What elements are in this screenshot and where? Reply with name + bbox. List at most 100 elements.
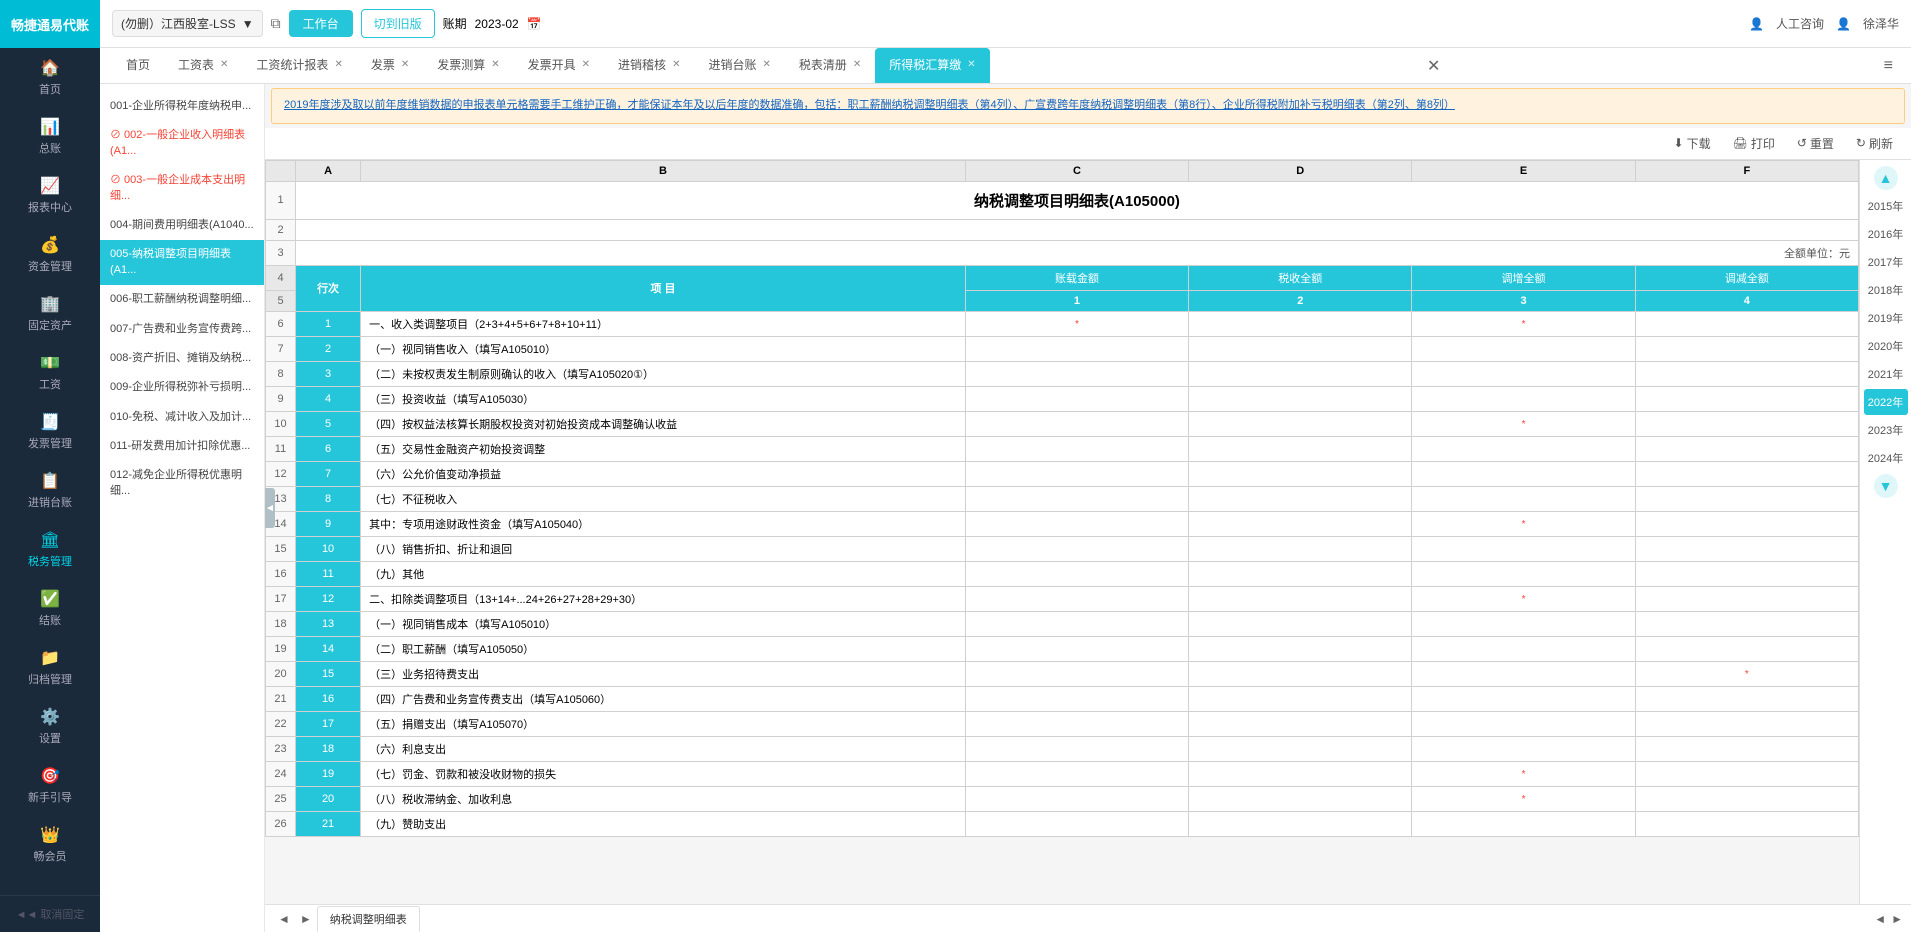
sidebar-item-assets[interactable]: 🏢固定资产 xyxy=(0,284,100,343)
hangci-cell: 2 xyxy=(296,336,361,361)
tab-9[interactable]: 所得税汇算缴✕ xyxy=(875,48,989,83)
tab-4[interactable]: 发票测算✕ xyxy=(423,48,513,83)
tab-close-9[interactable]: ✕ xyxy=(967,59,975,70)
tab-6[interactable]: 进销稽核✕ xyxy=(604,48,694,83)
prev-sheet-button[interactable]: ◄ xyxy=(273,910,295,928)
user-service-label[interactable]: 人工咨询 xyxy=(1776,15,1824,32)
year-item-2[interactable]: 2017年 xyxy=(1864,249,1908,275)
year-item-3[interactable]: 2018年 xyxy=(1864,277,1908,303)
warning-bar: 2019年度涉及取以前年度维销数据的申报表单元格需要手工维护正确，才能保证本年及… xyxy=(271,88,1905,124)
year-item-4[interactable]: 2019年 xyxy=(1864,305,1908,331)
tab-2[interactable]: 工资统计报表✕ xyxy=(242,48,356,83)
nav-icon-finance: 💰 xyxy=(40,235,60,255)
year-item-9[interactable]: 2024年 xyxy=(1864,445,1908,471)
hangci-cell: 10 xyxy=(296,536,361,561)
year-item-6[interactable]: 2021年 xyxy=(1864,361,1908,387)
left-panel-item-1[interactable]: ⊘ 002-一般企业收入明细表(A1... xyxy=(100,121,264,166)
tabs-bar: 首页工资表✕工资统计报表✕发票✕发票测算✕发票开具✕进销稽核✕进销台账✕税表清册… xyxy=(100,48,1911,84)
tab-close-2[interactable]: ✕ xyxy=(334,59,342,70)
hangci-cell: 15 xyxy=(296,661,361,686)
left-panel-item-11[interactable]: 012-减免企业所得税优惠明细... xyxy=(100,461,264,506)
sidebar-nav: 🏠首页📊总账📈报表中心💰资金管理🏢固定资产💵工资🧾发票管理📋进销台账🏛税务管理✅… xyxy=(0,48,100,895)
xiangmu-cell: 其中：专项用途财政性资金（填写A105040） xyxy=(361,511,966,536)
table-row: 22 17 （五）捐赠支出（填写A105070） xyxy=(266,711,1859,736)
nav-label-home: 首页 xyxy=(39,81,61,97)
close-all-tabs-button[interactable]: ✕ xyxy=(1421,52,1446,80)
calendar-icon[interactable]: 📅 xyxy=(527,17,542,31)
tab-1[interactable]: 工资表✕ xyxy=(164,48,242,83)
left-panel-item-0[interactable]: 001-企业所得税年度纳税申... xyxy=(100,92,264,121)
bottom-tab[interactable]: 纳税调整明细表 xyxy=(317,906,420,932)
copy-button[interactable]: ⧉ xyxy=(271,15,281,32)
table-row: 26 21 （九）赞助支出 xyxy=(266,811,1859,836)
year-item-8[interactable]: 2023年 xyxy=(1864,417,1908,443)
workbench-button[interactable]: 工作台 xyxy=(289,10,353,37)
year-item-5[interactable]: 2020年 xyxy=(1864,333,1908,359)
tab-close-7[interactable]: ✕ xyxy=(762,59,770,70)
xiangmu-cell: （五）捐赠支出（填写A105070） xyxy=(361,711,966,736)
tab-close-4[interactable]: ✕ xyxy=(491,59,499,70)
sidebar-item-ledger[interactable]: 📊总账 xyxy=(0,107,100,166)
tab-close-1[interactable]: ✕ xyxy=(220,59,228,70)
xiangmu-cell: 二、扣除类调整项目（13+14+...24+26+27+28+29+30） xyxy=(361,586,966,611)
table-container[interactable]: A B C D E F 1 纳税调整项目明细表(A105000) 2 3 全额单… xyxy=(265,160,1859,904)
refresh-button[interactable]: ↻ 刷新 xyxy=(1850,132,1899,155)
scroll-left-icon[interactable]: ◄ xyxy=(1874,912,1886,926)
nav-icon-guide: 🎯 xyxy=(40,766,60,786)
company-selector[interactable]: (勿删）江西股室-LSS ▼ xyxy=(112,10,263,37)
year-panel: ▲ 2015年2016年2017年2018年2019年2020年2021年2022… xyxy=(1859,160,1911,904)
left-panel-item-4[interactable]: 005-纳税调整项目明细表(A1... xyxy=(100,240,264,285)
tab-close-3[interactable]: ✕ xyxy=(401,59,409,70)
sidebar-item-tax[interactable]: 🏛税务管理 xyxy=(0,520,100,579)
tab-3[interactable]: 发票✕ xyxy=(357,48,423,83)
th-zhangzai: 账载金额 xyxy=(965,265,1188,290)
unpin-button[interactable]: ◄◄ 取消固定 xyxy=(0,895,100,932)
left-panel-item-6[interactable]: 007-广告费和业务宣传费跨... xyxy=(100,315,264,344)
sidebar-item-home[interactable]: 🏠首页 xyxy=(0,48,100,107)
left-panel-item-9[interactable]: 010-免税、减计收入及加计... xyxy=(100,403,264,432)
sidebar-item-finance[interactable]: 💰资金管理 xyxy=(0,225,100,284)
sidebar-item-guide[interactable]: 🎯新手引导 xyxy=(0,756,100,815)
year-item-1[interactable]: 2016年 xyxy=(1864,221,1908,247)
next-sheet-button[interactable]: ► xyxy=(295,910,317,928)
left-panel-wrapper: 001-企业所得税年度纳税申...⊘ 002-一般企业收入明细表(A1...⊘ … xyxy=(100,84,265,932)
year-item-0[interactable]: 2015年 xyxy=(1864,193,1908,219)
sidebar-item-member[interactable]: 👑畅会员 xyxy=(0,815,100,874)
sidebar-item-settings[interactable]: ⚙️设置 xyxy=(0,697,100,756)
tab-7[interactable]: 进销台账✕ xyxy=(694,48,784,83)
left-panel-item-2[interactable]: ⊘ 003-一般企业成本支出明细... xyxy=(100,166,264,211)
sidebar-item-archive[interactable]: 📁归档管理 xyxy=(0,638,100,697)
table-row: 20 15 （三）业务招待费支出 * xyxy=(266,661,1859,686)
table-row: 8 3 （二）未按权责发生制原则确认的收入（填写A105020①） xyxy=(266,361,1859,386)
download-button[interactable]: ⬇ 下载 xyxy=(1668,132,1717,155)
print-button[interactable]: 🖨 打印 xyxy=(1727,132,1781,155)
left-panel-item-10[interactable]: 011-研发费用加计扣除优惠... xyxy=(100,432,264,461)
tab-5[interactable]: 发票开具✕ xyxy=(514,48,604,83)
sidebar-item-invoice[interactable]: 🧾发票管理 xyxy=(0,402,100,461)
hangci-cell: 14 xyxy=(296,636,361,661)
col-header-c: C xyxy=(965,160,1188,181)
reset-button[interactable]: ↺ 重置 xyxy=(1791,132,1840,155)
sidebar-item-checkout[interactable]: ✅结账 xyxy=(0,579,100,638)
tab-close-8[interactable]: ✕ xyxy=(853,59,861,70)
back-old-button[interactable]: 切到旧版 xyxy=(361,9,435,38)
left-panel-item-5[interactable]: 006-职工薪酬纳税调整明细... xyxy=(100,285,264,314)
scroll-right-icon[interactable]: ► xyxy=(1891,912,1903,926)
col-header-f: F xyxy=(1635,160,1858,181)
left-panel-item-8[interactable]: 009-企业所得税弥补亏损明... xyxy=(100,373,264,402)
tab-0[interactable]: 首页 xyxy=(112,48,164,83)
year-scroll-down-button[interactable]: ▼ xyxy=(1874,474,1898,498)
sidebar-item-ledger2[interactable]: 📋进销台账 xyxy=(0,461,100,520)
sidebar-item-reports[interactable]: 📈报表中心 xyxy=(0,166,100,225)
tab-8[interactable]: 税表清册✕ xyxy=(785,48,875,83)
tabs-settings-icon[interactable]: ≡ xyxy=(1878,53,1899,79)
year-item-7[interactable]: 2022年 xyxy=(1864,389,1908,415)
tab-close-5[interactable]: ✕ xyxy=(582,59,590,70)
year-scroll-up-button[interactable]: ▲ xyxy=(1874,166,1898,190)
tab-close-6[interactable]: ✕ xyxy=(672,59,680,70)
collapse-button[interactable]: ◄ xyxy=(265,488,275,528)
sidebar-item-salary[interactable]: 💵工资 xyxy=(0,343,100,402)
left-panel-item-7[interactable]: 008-资产折旧、摊销及纳税... xyxy=(100,344,264,373)
nav-icon-salary: 💵 xyxy=(40,353,60,373)
left-panel-item-3[interactable]: 004-期间费用明细表(A1040... xyxy=(100,211,264,240)
